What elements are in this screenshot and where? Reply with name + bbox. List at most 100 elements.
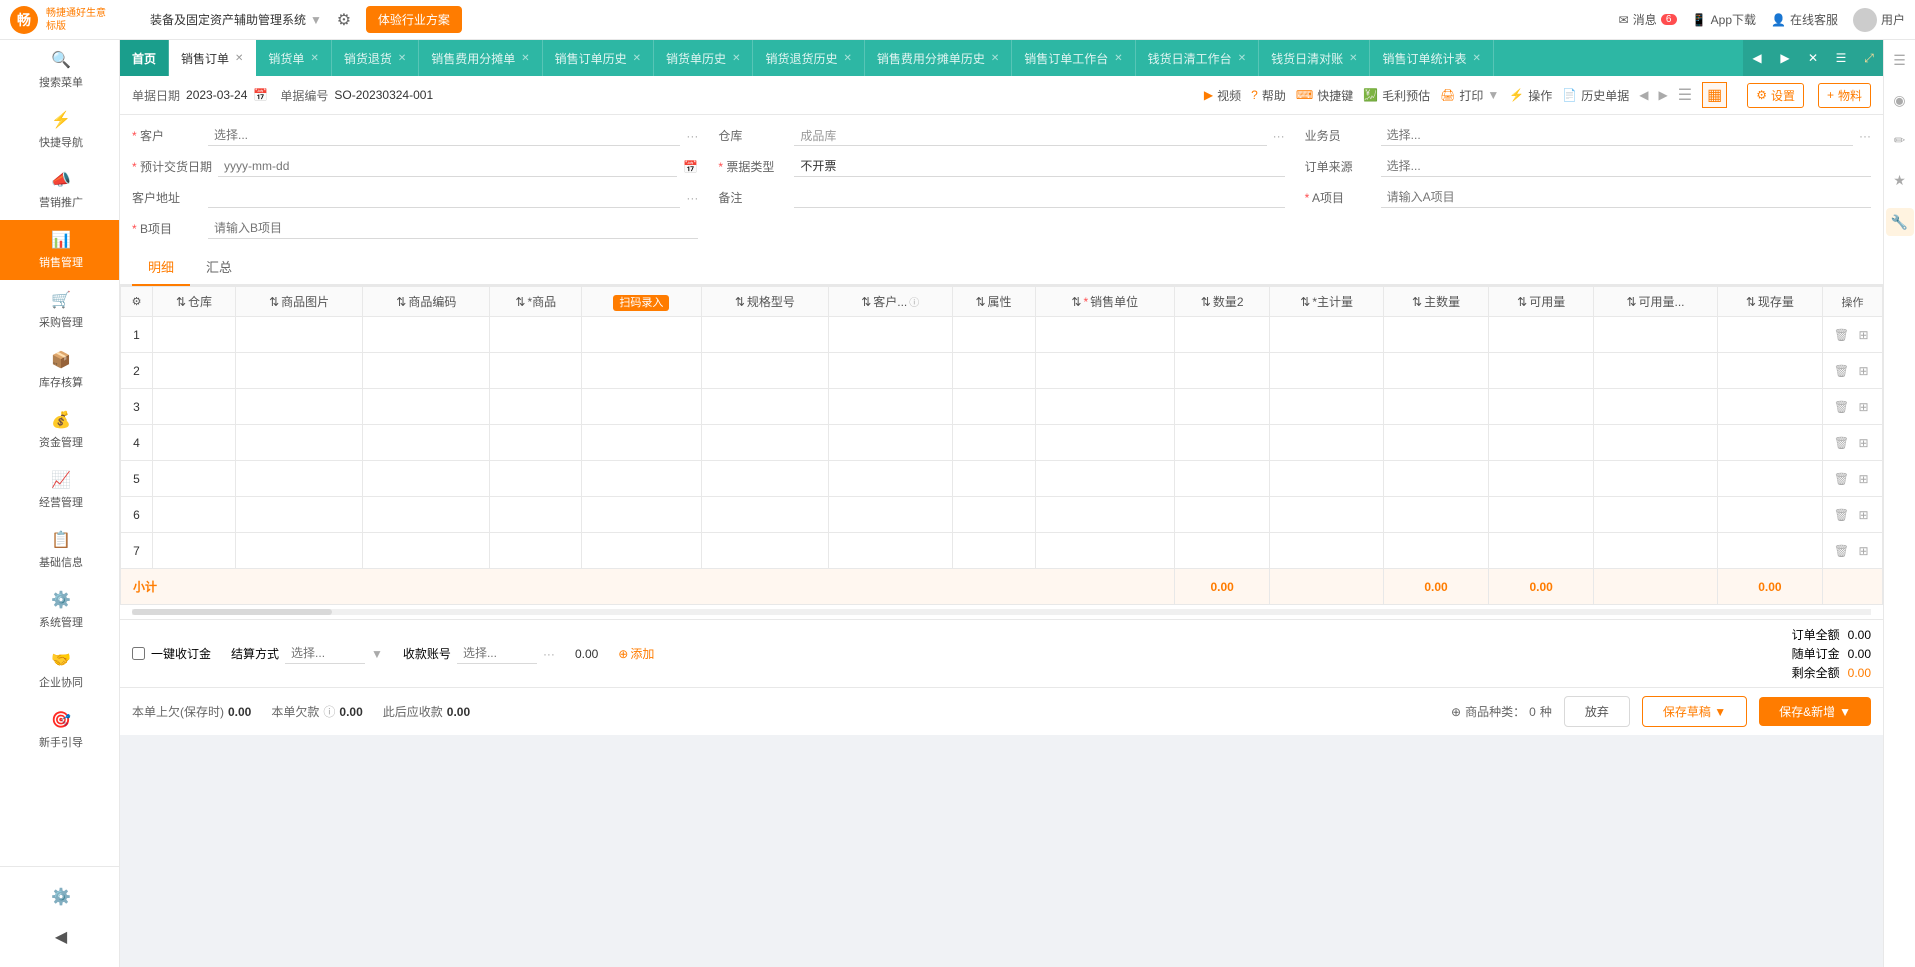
sidebar-item-enterprise[interactable]: 🤝 企业协同 (0, 640, 119, 700)
row-delete-btn[interactable]: 🗑 (1833, 542, 1851, 560)
action-btn[interactable]: ⚡ 操作 (1509, 87, 1552, 104)
tab-sales-expense-split-close[interactable]: ✕ (521, 53, 529, 64)
tab-sales-return-close[interactable]: ✕ (310, 53, 318, 64)
number-value[interactable]: SO-20230324-001 (334, 88, 433, 102)
tab-more-button[interactable]: ✕ (1799, 40, 1827, 76)
tab-detail[interactable]: 明细 (132, 249, 190, 286)
row-delete-btn[interactable]: 🗑 (1833, 434, 1851, 452)
scan-btn[interactable]: 扫码录入 (613, 295, 669, 311)
a-project-input[interactable] (1381, 187, 1871, 208)
agent-input[interactable] (1381, 125, 1853, 146)
tab-sales-return-history[interactable]: 销货单历史 ✕ (654, 40, 753, 76)
sidebar-item-finance[interactable]: 💰 资金管理 (0, 400, 119, 460)
nav-next-btn[interactable]: ▶ (1658, 88, 1667, 102)
tab-sales-order-history[interactable]: 销售订单历史 ✕ (543, 40, 654, 76)
customer-input[interactable] (208, 125, 680, 146)
sidebar-item-operation[interactable]: 📈 经营管理 (0, 460, 119, 520)
row-copy-btn[interactable]: ⊞ (1855, 326, 1873, 344)
address-input[interactable] (208, 187, 680, 208)
tab-sales-stats[interactable]: 销售订单统计表 ✕ (1370, 40, 1493, 76)
agent-more[interactable]: ··· (1859, 129, 1871, 143)
tab-sales-refund-close[interactable]: ✕ (398, 53, 406, 64)
calendar-icon[interactable]: 📅 (253, 88, 268, 102)
help-btn[interactable]: ? 帮助 (1251, 87, 1286, 104)
sidebar-item-sales[interactable]: 📊 销售管理 (0, 220, 119, 280)
online-service-item[interactable]: 👤 在线客服 (1771, 11, 1838, 28)
row-delete-btn[interactable]: 🗑 (1833, 470, 1851, 488)
tab-sales-order-workbench[interactable]: 销售订单工作台 ✕ (1012, 40, 1135, 76)
dropdown-icon[interactable]: ▼ (1714, 705, 1726, 719)
right-panel-icon-5[interactable]: 🔧 (1886, 208, 1914, 236)
user-item[interactable]: 用户 (1853, 8, 1905, 32)
tab-sales-expense-split[interactable]: 销售费用分摊单 ✕ (419, 40, 542, 76)
tab-grid-button[interactable]: ☰ (1827, 40, 1855, 76)
solution-button[interactable]: 体验行业方案 (366, 6, 462, 33)
sidebar-item-search[interactable]: 🔍 搜索菜单 (0, 40, 119, 100)
tab-cash-daily-workbench-close[interactable]: ✕ (1238, 53, 1246, 64)
sidebar-item-settings[interactable]: ⚙️ (0, 877, 119, 917)
sidebar-item-system[interactable]: ⚙️ 系统管理 (0, 580, 119, 640)
sidebar-item-marketing[interactable]: 📣 营销推广 (0, 160, 119, 220)
sidebar-item-basic[interactable]: 📋 基础信息 (0, 520, 119, 580)
ticket-select[interactable]: 不开票 增值税普通发票 增值税专用发票 (794, 156, 1284, 177)
save-draft-button[interactable]: 保存草稿 ▼ (1642, 696, 1747, 727)
profit-btn[interactable]: 💹 毛利预估 (1363, 87, 1430, 104)
warehouse-more[interactable]: ··· (1273, 129, 1285, 143)
payment-input[interactable] (285, 643, 365, 664)
add-material-button[interactable]: + 物料 (1818, 83, 1871, 108)
tab-next-button[interactable]: ▶ (1771, 40, 1799, 76)
account-input[interactable] (457, 643, 537, 664)
view-toggle-list[interactable]: ☰ (1678, 85, 1692, 105)
shortcut-btn[interactable]: ⌨ 快捷键 (1296, 87, 1353, 104)
row-delete-btn[interactable]: 🗑 (1833, 398, 1851, 416)
tab-sales-refund-history-close[interactable]: ✕ (843, 53, 851, 64)
notification-item[interactable]: ✉ 消息 6 (1619, 11, 1677, 28)
tab-sales-expense-history-close[interactable]: ✕ (991, 53, 999, 64)
tab-sales-order-close[interactable]: ✕ (235, 53, 243, 64)
row-copy-btn[interactable]: ⊞ (1855, 398, 1873, 416)
one-click-checkbox[interactable] (132, 647, 145, 660)
tab-sales-stats-close[interactable]: ✕ (1473, 53, 1481, 64)
view-btn[interactable]: ▶ 视频 (1204, 87, 1241, 104)
discard-button[interactable]: 放弃 (1564, 696, 1630, 727)
right-panel-icon-4[interactable]: ★ (1888, 168, 1912, 192)
b-project-input[interactable] (208, 218, 698, 239)
tab-sales-order[interactable]: 销售订单 ✕ (169, 40, 256, 76)
tab-expand-button[interactable]: ⤢ (1855, 40, 1883, 76)
row-delete-btn[interactable]: 🗑 (1833, 506, 1851, 524)
payment-dropdown[interactable]: ▼ (371, 647, 383, 661)
tab-sales-refund-history[interactable]: 销货退货历史 ✕ (753, 40, 864, 76)
tab-sales-return-history-close[interactable]: ✕ (732, 53, 740, 64)
horizontal-scrollbar[interactable] (132, 609, 1871, 615)
set-button[interactable]: ⚙ 设置 (1747, 83, 1804, 108)
right-panel-icon-3[interactable]: ✏ (1888, 128, 1912, 152)
tab-cash-reconcile[interactable]: 钱货日清对账 ✕ (1259, 40, 1370, 76)
sidebar-item-guide[interactable]: 🎯 新手引导 (0, 700, 119, 760)
scrollbar-thumb[interactable] (132, 609, 332, 615)
tab-prev-button[interactable]: ◀ (1743, 40, 1771, 76)
tab-sales-refund[interactable]: 销货退货 ✕ (332, 40, 419, 76)
order-source-input[interactable] (1381, 156, 1871, 177)
history-btn[interactable]: 📄 历史单据 (1562, 87, 1629, 104)
row-delete-btn[interactable]: 🗑 (1833, 362, 1851, 380)
row-copy-btn[interactable]: ⊞ (1855, 506, 1873, 524)
view-toggle-grid[interactable]: ▦ (1702, 82, 1727, 108)
app-download-item[interactable]: 📱 App下载 (1692, 11, 1756, 28)
th-settings[interactable]: ⚙ (121, 287, 153, 317)
tab-summary[interactable]: 汇总 (190, 249, 248, 286)
sidebar-item-inventory[interactable]: 📦 库存核算 (0, 340, 119, 400)
row-delete-btn[interactable]: 🗑 (1833, 326, 1851, 344)
tab-cash-reconcile-close[interactable]: ✕ (1349, 53, 1357, 64)
save-new-button[interactable]: 保存&新增 ▼ (1759, 697, 1871, 726)
tab-cash-daily-workbench[interactable]: 钱货日清工作台 ✕ (1136, 40, 1259, 76)
sidebar-item-quick-nav[interactable]: ⚡ 快捷导航 (0, 100, 119, 160)
remark-input[interactable] (794, 187, 1284, 208)
sidebar-item-collapse[interactable]: ◀ (0, 917, 119, 957)
row-copy-btn[interactable]: ⊞ (1855, 542, 1873, 560)
nav-prev-btn[interactable]: ◀ (1639, 88, 1648, 102)
right-panel-icon-1[interactable]: ☰ (1888, 48, 1912, 72)
tab-sales-order-workbench-close[interactable]: ✕ (1114, 53, 1122, 64)
tab-sales-return[interactable]: 销货单 ✕ (256, 40, 331, 76)
tab-home[interactable]: 首页 (120, 40, 169, 76)
tab-sales-expense-history[interactable]: 销售费用分摊单历史 ✕ (865, 40, 1012, 76)
